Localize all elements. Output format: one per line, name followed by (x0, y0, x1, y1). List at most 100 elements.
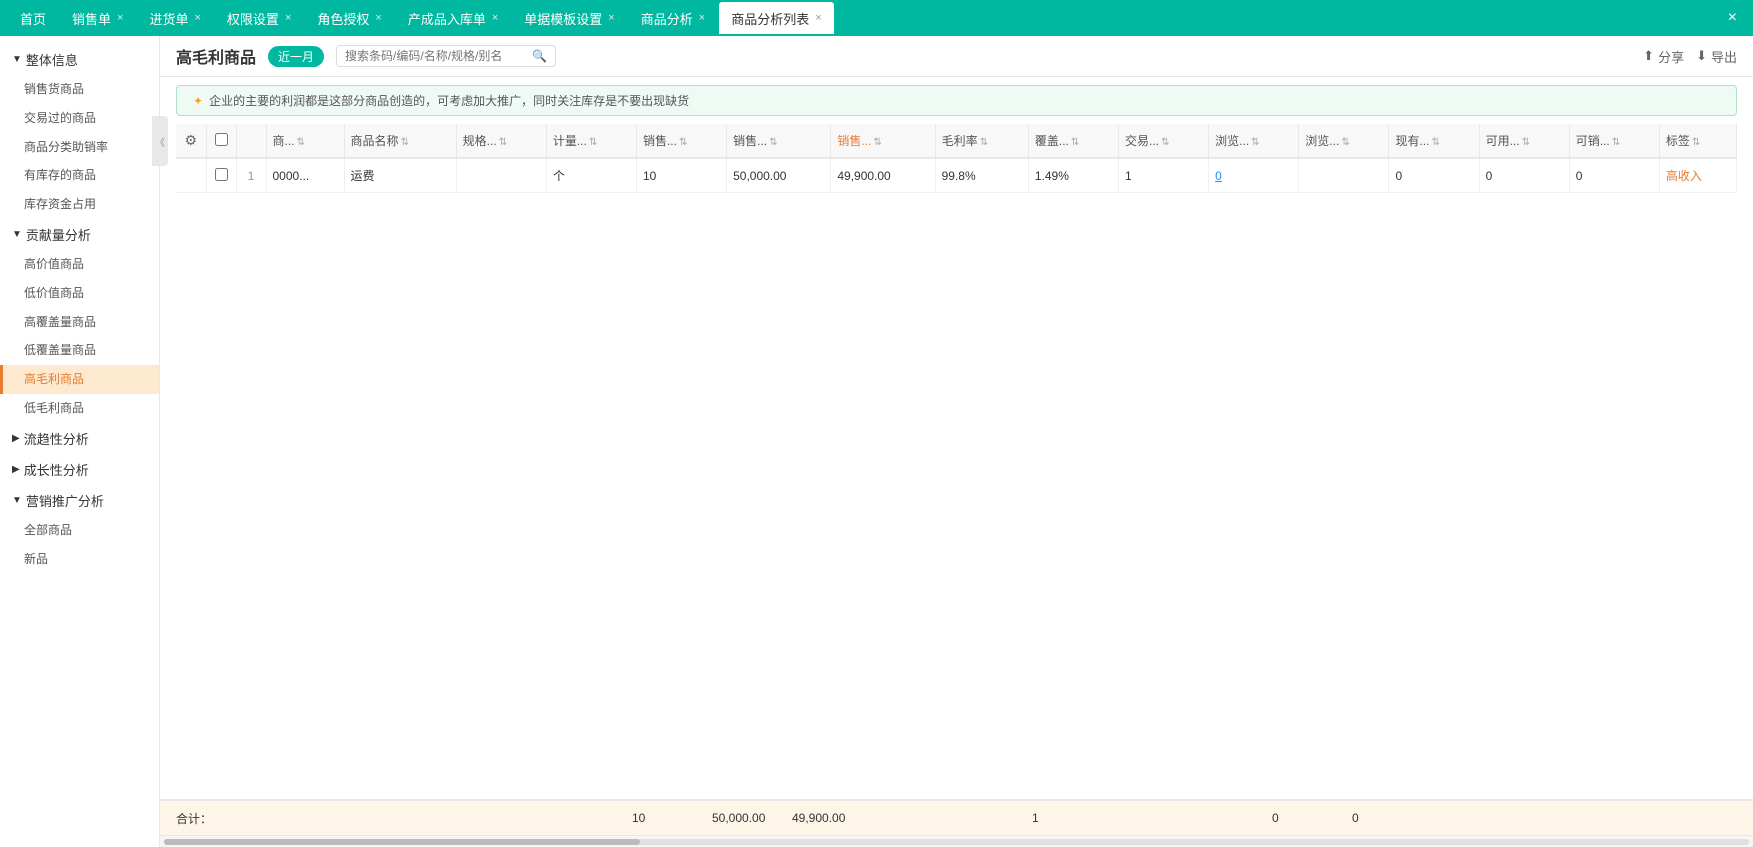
time-filter-button[interactable]: 近一月 (268, 46, 324, 67)
footer-gross-rate (866, 811, 946, 825)
footer-sale-profit: 49,900.00 (786, 811, 866, 825)
nav-analysis-list[interactable]: 商品分析列表 × (719, 2, 833, 34)
sidebar-item-low-value[interactable]: 低价值商品 (0, 279, 159, 308)
sidebar-item-new-goods[interactable]: 新品 (0, 545, 159, 574)
close-icon[interactable]: × (608, 12, 614, 24)
select-all-checkbox[interactable] (215, 133, 228, 146)
notice-bar: ✦ 企业的主要的利润都是这部分商品创造的，可考虑加大推广，同时关注库存是不要出现… (176, 85, 1737, 116)
footer-available: 0 (1346, 811, 1426, 825)
search-icon[interactable]: 🔍 (532, 49, 547, 63)
close-icon[interactable]: × (815, 12, 821, 24)
notice-text: 企业的主要的利润都是这部分商品创造的，可考虑加大推广，同时关注库存是不要出现缺货 (209, 92, 689, 109)
nav-analysis[interactable]: 商品分析 × (629, 2, 717, 34)
footer-code (346, 811, 406, 825)
sidebar-section-growth[interactable]: ▶ 成长性分析 (0, 454, 159, 485)
share-button[interactable]: ⬆ 分享 (1643, 47, 1684, 66)
col-saleable[interactable]: 可销...⇅ (1569, 124, 1659, 158)
export-button[interactable]: ⬇ 导出 (1696, 47, 1737, 66)
close-icon[interactable]: × (117, 12, 123, 24)
close-icon[interactable]: × (285, 12, 291, 24)
footer-view1 (1106, 811, 1186, 825)
nav-permission[interactable]: 权限设置 × (215, 2, 303, 34)
col-cover[interactable]: 覆盖...⇅ (1028, 124, 1118, 158)
close-icon[interactable]: × (375, 12, 381, 24)
footer-unit (566, 811, 626, 825)
col-spec[interactable]: 规格...⇅ (456, 124, 546, 158)
sidebar-item-low-margin[interactable]: 低毛利商品 (0, 394, 159, 423)
cell-sale-profit: 49,900.00 (831, 158, 935, 193)
col-tag[interactable]: 标签⇅ (1659, 124, 1736, 158)
sidebar-section-marketing[interactable]: ▼ 营销推广分析 (0, 485, 159, 516)
sidebar-item-high-value[interactable]: 高价值商品 (0, 250, 159, 279)
footer-current: 0 (1266, 811, 1346, 825)
col-settings[interactable]: ⚙ (176, 124, 206, 158)
sidebar-item-all-goods[interactable]: 全部商品 (0, 516, 159, 545)
search-box: 🔍 (336, 45, 556, 67)
close-icon[interactable]: × (492, 12, 498, 24)
close-icon[interactable]: × (194, 12, 200, 24)
sidebar-item-category-rate[interactable]: 商品分类助销率 (0, 133, 159, 162)
col-unit[interactable]: 计量...⇅ (546, 124, 636, 158)
footer-spacer1 (256, 811, 286, 825)
close-icon[interactable]: × (699, 12, 705, 24)
chevron-down-icon: ▼ (12, 229, 22, 240)
nav-role[interactable]: 角色授权 × (305, 2, 393, 34)
footer-sale-count: 10 (626, 811, 706, 825)
col-trade[interactable]: 交易...⇅ (1119, 124, 1209, 158)
table-row: 1 0000... 运费 个 10 50,000.00 49,900.00 99… (176, 158, 1737, 193)
sidebar-section-trend[interactable]: ▶ 流趋性分析 (0, 423, 159, 454)
col-sale-count[interactable]: 销售...⇅ (636, 124, 726, 158)
nav-sales[interactable]: 销售单 × (60, 2, 135, 34)
col-sale-profit[interactable]: 销售...⇅ (831, 124, 935, 158)
nav-home[interactable]: 首页 (8, 2, 58, 34)
sidebar-item-high-cover[interactable]: 高覆盖量商品 (0, 308, 159, 337)
footer-label: 合计： (176, 810, 256, 827)
footer-spec (506, 811, 566, 825)
cell-available: 0 (1479, 158, 1569, 193)
cell-sale-count: 10 (636, 158, 726, 193)
content-header: 高毛利商品 近一月 🔍 ⬆ 分享 ⬇ 导出 (160, 36, 1753, 77)
col-checkbox[interactable] (206, 124, 236, 158)
chevron-right-icon: ▶ (12, 464, 20, 475)
nav-purchase[interactable]: 进货单 × (137, 2, 212, 34)
col-code[interactable]: 商...⇅ (266, 124, 344, 158)
col-gross-rate[interactable]: 毛利率⇅ (935, 124, 1028, 158)
sidebar-item-traded-goods[interactable]: 交易过的商品 (0, 104, 159, 133)
col-current[interactable]: 现有...⇅ (1389, 124, 1479, 158)
col-view1[interactable]: 浏览...⇅ (1209, 124, 1299, 158)
share-icon: ⬆ (1643, 48, 1654, 64)
nav-product-in[interactable]: 产成品入库单 × (396, 2, 510, 34)
nav-template[interactable]: 单据模板设置 × (512, 2, 626, 34)
footer-spacer3 (316, 811, 346, 825)
cell-tag: 高收入 (1659, 158, 1736, 193)
col-view2[interactable]: 浏览...⇅ (1299, 124, 1389, 158)
scrollbar-track (164, 839, 1749, 845)
sidebar-section-overall[interactable]: ▼ 整体信息 (0, 44, 159, 75)
horizontal-scrollbar[interactable] (160, 835, 1753, 847)
sidebar-section-contribution[interactable]: ▼ 贡献量分析 (0, 219, 159, 250)
table-wrapper: ⚙ 商...⇅ 商品名称⇅ 规格...⇅ 计量...⇅ 销售...⇅ 销售...… (160, 124, 1753, 799)
cell-view1[interactable]: 0 (1209, 158, 1299, 193)
sidebar-item-sales-goods[interactable]: 销售货商品 (0, 75, 159, 104)
row-checkbox[interactable] (215, 168, 228, 181)
table-body: 1 0000... 运费 个 10 50,000.00 49,900.00 99… (176, 158, 1737, 193)
col-index (236, 124, 266, 158)
cell-checkbox[interactable] (206, 158, 236, 193)
window-close-button[interactable]: × (1720, 9, 1745, 27)
content-area: 高毛利商品 近一月 🔍 ⬆ 分享 ⬇ 导出 ✦ 企业的主要的利润都是这部分商品创… (160, 36, 1753, 847)
scrollbar-thumb[interactable] (164, 839, 640, 845)
sidebar-item-in-stock[interactable]: 有库存的商品 (0, 161, 159, 190)
export-icon: ⬇ (1696, 48, 1707, 64)
cell-index: 1 (236, 158, 266, 193)
sidebar-collapse-button[interactable]: 《 (152, 116, 168, 166)
col-available[interactable]: 可用...⇅ (1479, 124, 1569, 158)
col-name[interactable]: 商品名称⇅ (344, 124, 456, 158)
footer-cells: 10 50,000.00 49,900.00 1 0 0 (256, 811, 1737, 825)
sidebar-item-high-margin[interactable]: 高毛利商品 (0, 365, 159, 394)
search-input[interactable] (345, 49, 528, 63)
col-sale-amount[interactable]: 销售...⇅ (727, 124, 831, 158)
main-layout: 《 ▼ 整体信息 销售货商品 交易过的商品 商品分类助销率 有库存的商品 库存资… (0, 36, 1753, 847)
top-nav: 首页 销售单 × 进货单 × 权限设置 × 角色授权 × 产成品入库单 × 单据… (0, 0, 1753, 36)
sidebar-item-stock-capital[interactable]: 库存资金占用 (0, 190, 159, 219)
sidebar-item-low-cover[interactable]: 低覆盖量商品 (0, 336, 159, 365)
